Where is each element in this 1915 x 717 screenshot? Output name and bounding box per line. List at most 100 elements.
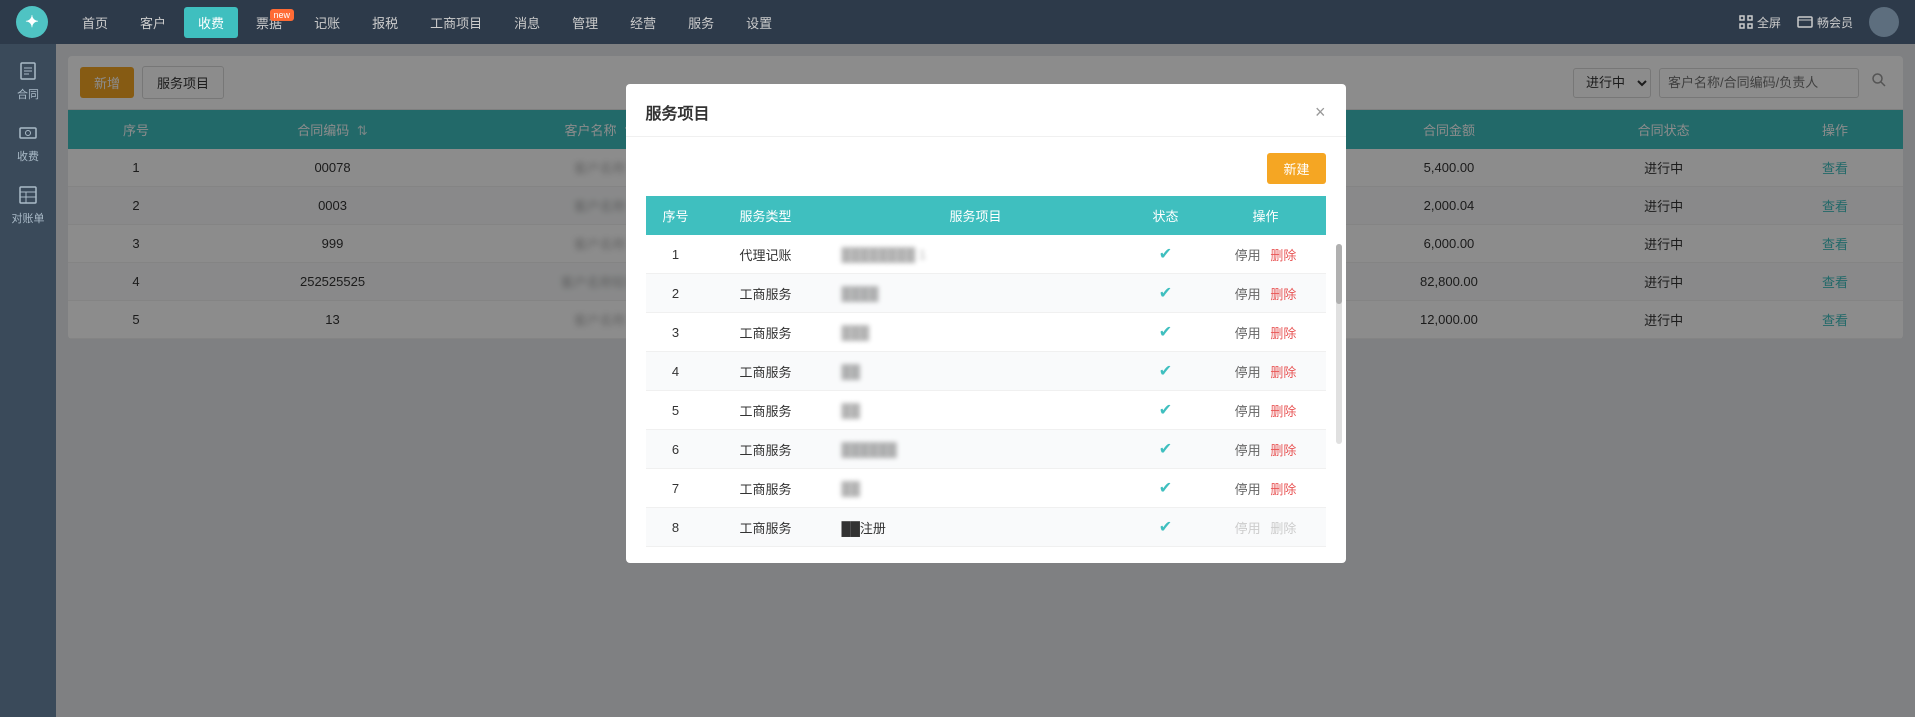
- modal-cell-item: ████████ 1: [826, 235, 1126, 274]
- nav-item-fuwu[interactable]: 服务: [674, 7, 728, 38]
- status-check-icon: ✔: [1159, 402, 1172, 419]
- main-content: 新增 服务项目 进行中 已完成 已取消: [56, 44, 1915, 717]
- modal-toolbar: 新建: [646, 153, 1326, 184]
- sidebar-item-shoufei[interactable]: 收费: [3, 114, 53, 172]
- fullscreen-button[interactable]: 全屏: [1739, 14, 1781, 31]
- stop-button[interactable]: 停用: [1235, 521, 1261, 536]
- modal-title: 服务项目: [646, 100, 710, 124]
- modal-cell-status: ✔: [1126, 352, 1206, 391]
- nav-item-shoufei[interactable]: 收费: [184, 7, 238, 38]
- delete-button[interactable]: 删除: [1270, 404, 1296, 419]
- modal-cell-actions: 停用 删除: [1206, 235, 1326, 274]
- modal-cell-actions: 停用 删除: [1206, 352, 1326, 391]
- delete-button[interactable]: 删除: [1270, 326, 1296, 341]
- nav-item-piao[interactable]: 票据 new: [242, 7, 296, 38]
- modal-table-row: 7 工商服务 ██ ✔ 停用 删除: [646, 469, 1326, 508]
- modal-cell-no: 2: [646, 274, 706, 313]
- modal-table-row: 2 工商服务 ████ ✔ 停用 删除: [646, 274, 1326, 313]
- money-icon: [17, 122, 39, 144]
- modal-cell-item: ████: [826, 274, 1126, 313]
- status-check-icon: ✔: [1159, 480, 1172, 497]
- modal-cell-actions: 停用 删除: [1206, 469, 1326, 508]
- modal-table-row: 3 工商服务 ███ ✔ 停用 删除: [646, 313, 1326, 352]
- sidebar: 合同 收费 对账单: [0, 44, 56, 717]
- modal-cell-no: 5: [646, 391, 706, 430]
- delete-button[interactable]: 删除: [1270, 521, 1296, 536]
- modal-cell-status: ✔: [1126, 274, 1206, 313]
- modal-scrollbar[interactable]: [1336, 244, 1342, 444]
- modal-cell-item: ██注册: [826, 508, 1126, 547]
- stop-button[interactable]: 停用: [1235, 482, 1261, 497]
- modal-new-button[interactable]: 新建: [1267, 153, 1325, 184]
- modal-close-button[interactable]: ×: [1315, 103, 1326, 121]
- status-check-icon: ✔: [1159, 324, 1172, 341]
- stop-button[interactable]: 停用: [1235, 404, 1261, 419]
- modal-cell-type: 工商服务: [706, 391, 826, 430]
- fullscreen-icon: [1739, 15, 1753, 29]
- stop-button[interactable]: 停用: [1235, 326, 1261, 341]
- modal-cell-no: 3: [646, 313, 706, 352]
- modal-cell-item: ██████: [826, 430, 1126, 469]
- delete-button[interactable]: 删除: [1270, 365, 1296, 380]
- service-items-table: 序号 服务类型 服务项目 状态 操作 1 代理记账 ██████: [646, 196, 1326, 547]
- statement-icon: [17, 184, 39, 206]
- modal-cell-status: ✔: [1126, 469, 1206, 508]
- status-check-icon: ✔: [1159, 363, 1172, 380]
- modal-overlay: 服务项目 × 新建 序号 服务类型 服务项目 状态: [56, 44, 1915, 717]
- modal-cell-type: 工商服务: [706, 274, 826, 313]
- status-check-icon: ✔: [1159, 246, 1172, 263]
- new-badge: new: [270, 9, 295, 21]
- modal-col-item: 服务项目: [826, 196, 1126, 235]
- stop-button[interactable]: 停用: [1235, 287, 1261, 302]
- sidebar-item-hetong[interactable]: 合同: [3, 52, 53, 110]
- delete-button[interactable]: 删除: [1270, 287, 1296, 302]
- stop-button[interactable]: 停用: [1235, 248, 1261, 263]
- modal-table-row: 5 工商服务 ██ ✔ 停用 删除: [646, 391, 1326, 430]
- delete-button[interactable]: 删除: [1270, 482, 1296, 497]
- nav-item-baoshui[interactable]: 报税: [358, 7, 412, 38]
- modal-cell-actions: 停用 删除: [1206, 313, 1326, 352]
- user-avatar[interactable]: [1869, 7, 1899, 37]
- modal-cell-no: 8: [646, 508, 706, 547]
- modal-cell-no: 1: [646, 235, 706, 274]
- modal-cell-no: 4: [646, 352, 706, 391]
- nav-item-guanli[interactable]: 管理: [558, 7, 612, 38]
- nav-items: 首页 客户 收费 票据 new 记账 报税 工商项目 消息 管理 经营 服务 设…: [68, 7, 1739, 38]
- sidebar-label-shoufei: 收费: [17, 148, 39, 164]
- delete-button[interactable]: 删除: [1270, 443, 1296, 458]
- top-navigation: ✦ 首页 客户 收费 票据 new 记账 报税 工商项目 消息 管理 经营 服务…: [0, 0, 1915, 44]
- nav-item-shezhi[interactable]: 设置: [732, 7, 786, 38]
- modal-col-type: 服务类型: [706, 196, 826, 235]
- stop-button[interactable]: 停用: [1235, 443, 1261, 458]
- modal-cell-actions: 停用 删除: [1206, 508, 1326, 547]
- member-button[interactable]: 畅会员: [1797, 14, 1853, 31]
- modal-cell-type: 工商服务: [706, 313, 826, 352]
- modal-col-no: 序号: [646, 196, 706, 235]
- contract-icon: [17, 60, 39, 82]
- nav-item-jizhang[interactable]: 记账: [300, 7, 354, 38]
- sidebar-item-duizhangdan[interactable]: 对账单: [3, 176, 53, 234]
- modal-table-row: 8 工商服务 ██注册 ✔ 停用 删除: [646, 508, 1326, 547]
- status-check-icon: ✔: [1159, 285, 1172, 302]
- modal-cell-no: 6: [646, 430, 706, 469]
- modal-col-status: 状态: [1126, 196, 1206, 235]
- modal-table-row: 4 工商服务 ██ ✔ 停用 删除: [646, 352, 1326, 391]
- modal-header: 服务项目 ×: [626, 84, 1346, 137]
- nav-item-home[interactable]: 首页: [68, 7, 122, 38]
- status-check-icon: ✔: [1159, 441, 1172, 458]
- modal-table-row: 6 工商服务 ██████ ✔ 停用 删除: [646, 430, 1326, 469]
- modal-cell-type: 工商服务: [706, 430, 826, 469]
- modal-cell-status: ✔: [1126, 430, 1206, 469]
- nav-right: 全屏 畅会员: [1739, 7, 1899, 37]
- modal-cell-actions: 停用 删除: [1206, 430, 1326, 469]
- status-check-icon: ✔: [1159, 519, 1172, 536]
- nav-item-xiaoxi[interactable]: 消息: [500, 7, 554, 38]
- stop-button[interactable]: 停用: [1235, 365, 1261, 380]
- nav-item-jingying[interactable]: 经营: [616, 7, 670, 38]
- nav-item-customer[interactable]: 客户: [126, 7, 180, 38]
- delete-button[interactable]: 删除: [1270, 248, 1296, 263]
- modal-cell-type: 工商服务: [706, 469, 826, 508]
- service-modal: 服务项目 × 新建 序号 服务类型 服务项目 状态: [626, 84, 1346, 563]
- nav-item-gongshang[interactable]: 工商项目: [416, 7, 496, 38]
- modal-cell-actions: 停用 删除: [1206, 391, 1326, 430]
